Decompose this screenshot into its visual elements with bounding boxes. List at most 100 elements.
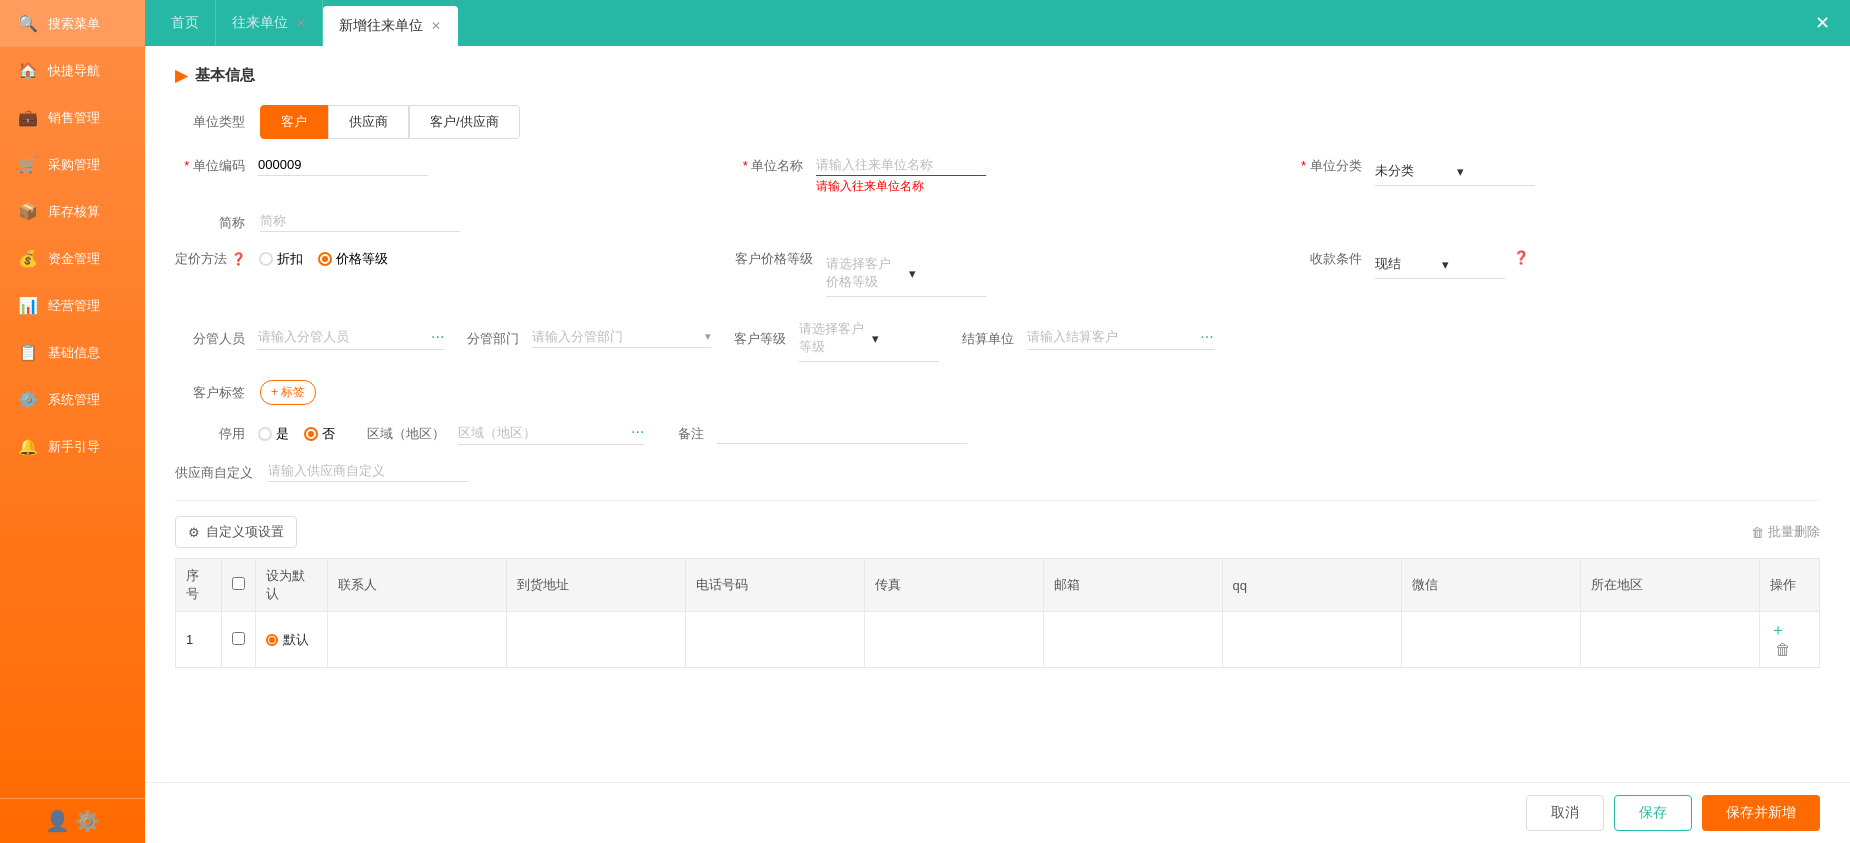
manager-picker-icon[interactable]: ··· <box>431 328 444 346</box>
settlement-field: ··· <box>1027 328 1213 350</box>
col-seq: 序号 <box>176 559 222 612</box>
sales-icon: 💼 <box>18 108 38 127</box>
cell-wechat <box>1401 612 1580 668</box>
window-close-icon[interactable]: ✕ <box>1805 12 1840 34</box>
sidebar-user-icon[interactable]: 👤 <box>45 809 70 833</box>
payment-info-icon[interactable]: ❓ <box>1513 250 1529 265</box>
qq-input[interactable] <box>1233 632 1391 647</box>
settlement-cell: 结算单位 ··· <box>959 328 1213 350</box>
purchase-icon: 🛒 <box>18 155 38 174</box>
save-new-button[interactable]: 保存并新增 <box>1702 795 1820 831</box>
sidebar-settings-icon[interactable]: ⚙️ <box>75 809 100 833</box>
unit-name-input[interactable] <box>816 157 986 172</box>
payment-terms-label: 收款条件 <box>1292 250 1362 268</box>
cell-fax <box>864 612 1043 668</box>
sidebar-item-finance[interactable]: 💰 资金管理 <box>0 235 145 282</box>
row-checkbox[interactable] <box>232 632 245 645</box>
fax-input[interactable] <box>875 632 1033 647</box>
radio-discount[interactable]: 折扣 <box>259 250 303 268</box>
unit-code-input[interactable] <box>258 157 428 172</box>
radio-no[interactable]: 否 <box>304 425 335 443</box>
col-qq: qq <box>1222 559 1401 612</box>
row-region-input[interactable] <box>1591 632 1749 647</box>
sidebar-item-label: 系统管理 <box>48 391 100 409</box>
cell-seq: 1 <box>176 612 222 668</box>
unit-btn-customer[interactable]: 客户 <box>260 105 328 139</box>
sidebar-item-label: 销售管理 <box>48 109 100 127</box>
tab-partners-close[interactable]: ✕ <box>296 16 306 30</box>
sidebar-item-system[interactable]: ⚙️ 系统管理 <box>0 376 145 423</box>
unit-category-select[interactable]: 未分类 ▾ <box>1375 157 1535 186</box>
contacts-table: 序号 设为默认 联系人 到货地址 电话号码 传真 邮箱 qq 微信 所在地区 操… <box>175 558 1820 668</box>
radio-price-level-label: 价格等级 <box>336 250 388 268</box>
customer-level-cell: 客户等级 请选择客户等级 ▾ <box>731 315 939 362</box>
contact-input[interactable] <box>338 632 496 647</box>
unit-btn-supplier[interactable]: 供应商 <box>328 105 409 139</box>
radio-price-level[interactable]: 价格等级 <box>318 250 388 268</box>
select-all-checkbox[interactable] <box>232 577 245 590</box>
sidebar-item-purchase[interactable]: 🛒 采购管理 <box>0 141 145 188</box>
unit-name-label: * 单位名称 <box>733 157 803 175</box>
customer-price-select[interactable]: 请选择客户价格等级 ▾ <box>826 250 986 297</box>
tab-home[interactable]: 首页 <box>155 0 216 46</box>
settlement-input[interactable] <box>1027 329 1195 344</box>
unit-category-label: * 单位分类 <box>1292 157 1362 175</box>
abbr-input[interactable] <box>260 213 460 228</box>
cell-region <box>1580 612 1759 668</box>
col-wechat: 微信 <box>1401 559 1580 612</box>
delete-icon: 🗑 <box>1751 525 1764 540</box>
batch-delete-button[interactable]: 🗑 批量删除 <box>1751 523 1820 541</box>
supplier-custom-input[interactable] <box>268 463 468 478</box>
col-fax: 传真 <box>864 559 1043 612</box>
region-cell: 区域（地区） ··· <box>365 423 644 445</box>
email-input[interactable] <box>1054 632 1212 647</box>
col-contact: 联系人 <box>327 559 506 612</box>
address-input[interactable] <box>517 632 675 647</box>
region-picker-icon[interactable]: ··· <box>631 423 644 441</box>
sidebar-item-quicknav[interactable]: 🏠 快捷导航 <box>0 47 145 94</box>
region-input[interactable] <box>458 425 626 440</box>
department-input[interactable] <box>532 329 700 344</box>
sidebar-item-label: 资金管理 <box>48 250 100 268</box>
search-icon: 🔍 <box>18 14 38 33</box>
add-row-icon[interactable]: ＋ <box>1770 621 1786 638</box>
sidebar-item-label: 采购管理 <box>48 156 100 174</box>
sidebar-item-operations[interactable]: 📊 经营管理 <box>0 282 145 329</box>
sidebar-item-inventory[interactable]: 📦 库存核算 <box>0 188 145 235</box>
customer-price-placeholder: 请选择客户价格等级 <box>826 255 904 291</box>
sidebar-item-guide[interactable]: 🔔 新手引导 <box>0 423 145 470</box>
payment-terms-select[interactable]: 现结 ▾ <box>1375 250 1505 279</box>
sidebar-bottom: 👤 ⚙️ <box>0 798 145 843</box>
wechat-input[interactable] <box>1412 632 1570 647</box>
manager-cell: 分管人员 ··· <box>175 328 444 350</box>
save-button[interactable]: 保存 <box>1614 795 1692 831</box>
sidebar-item-search[interactable]: 🔍 搜索菜单 <box>0 0 145 47</box>
main-area: 首页 往来单位 ✕ 新增往来单位 ✕ ✕ ▶ 基本信息 单位类型 客户 供应商 <box>145 0 1850 843</box>
tab-partners[interactable]: 往来单位 ✕ <box>216 0 323 46</box>
unit-btn-both[interactable]: 客户/供应商 <box>409 105 520 139</box>
home-icon: 🏠 <box>18 61 38 80</box>
customer-level-select[interactable]: 请选择客户等级 ▾ <box>799 315 939 362</box>
default-radio[interactable] <box>266 634 278 646</box>
notes-input[interactable] <box>717 425 967 440</box>
cell-qq <box>1222 612 1401 668</box>
system-icon: ⚙️ <box>18 390 38 409</box>
department-chevron: ▾ <box>705 330 711 343</box>
settlement-picker-icon[interactable]: ··· <box>1200 328 1213 346</box>
unit-type-label: 单位类型 <box>175 113 245 131</box>
cancel-button[interactable]: 取消 <box>1526 795 1604 831</box>
phone-input[interactable] <box>696 632 854 647</box>
sidebar-item-basic[interactable]: 📋 基础信息 <box>0 329 145 376</box>
radio-yes-circle <box>258 427 272 441</box>
cell-email <box>1043 612 1222 668</box>
custom-settings-button[interactable]: ⚙ 自定义项设置 <box>175 516 297 548</box>
tab-new-partner[interactable]: 新增往来单位 ✕ <box>323 6 458 46</box>
delete-row-icon[interactable]: 🗑 <box>1775 641 1791 658</box>
tab-new-partner-close[interactable]: ✕ <box>431 19 441 33</box>
add-tag-button[interactable]: + 标签 <box>260 380 316 405</box>
col-region: 所在地区 <box>1580 559 1759 612</box>
unit-type-section: 单位类型 客户 供应商 客户/供应商 <box>175 105 1820 139</box>
radio-yes[interactable]: 是 <box>258 425 289 443</box>
sidebar-item-sales[interactable]: 💼 销售管理 <box>0 94 145 141</box>
manager-input[interactable] <box>258 329 426 344</box>
